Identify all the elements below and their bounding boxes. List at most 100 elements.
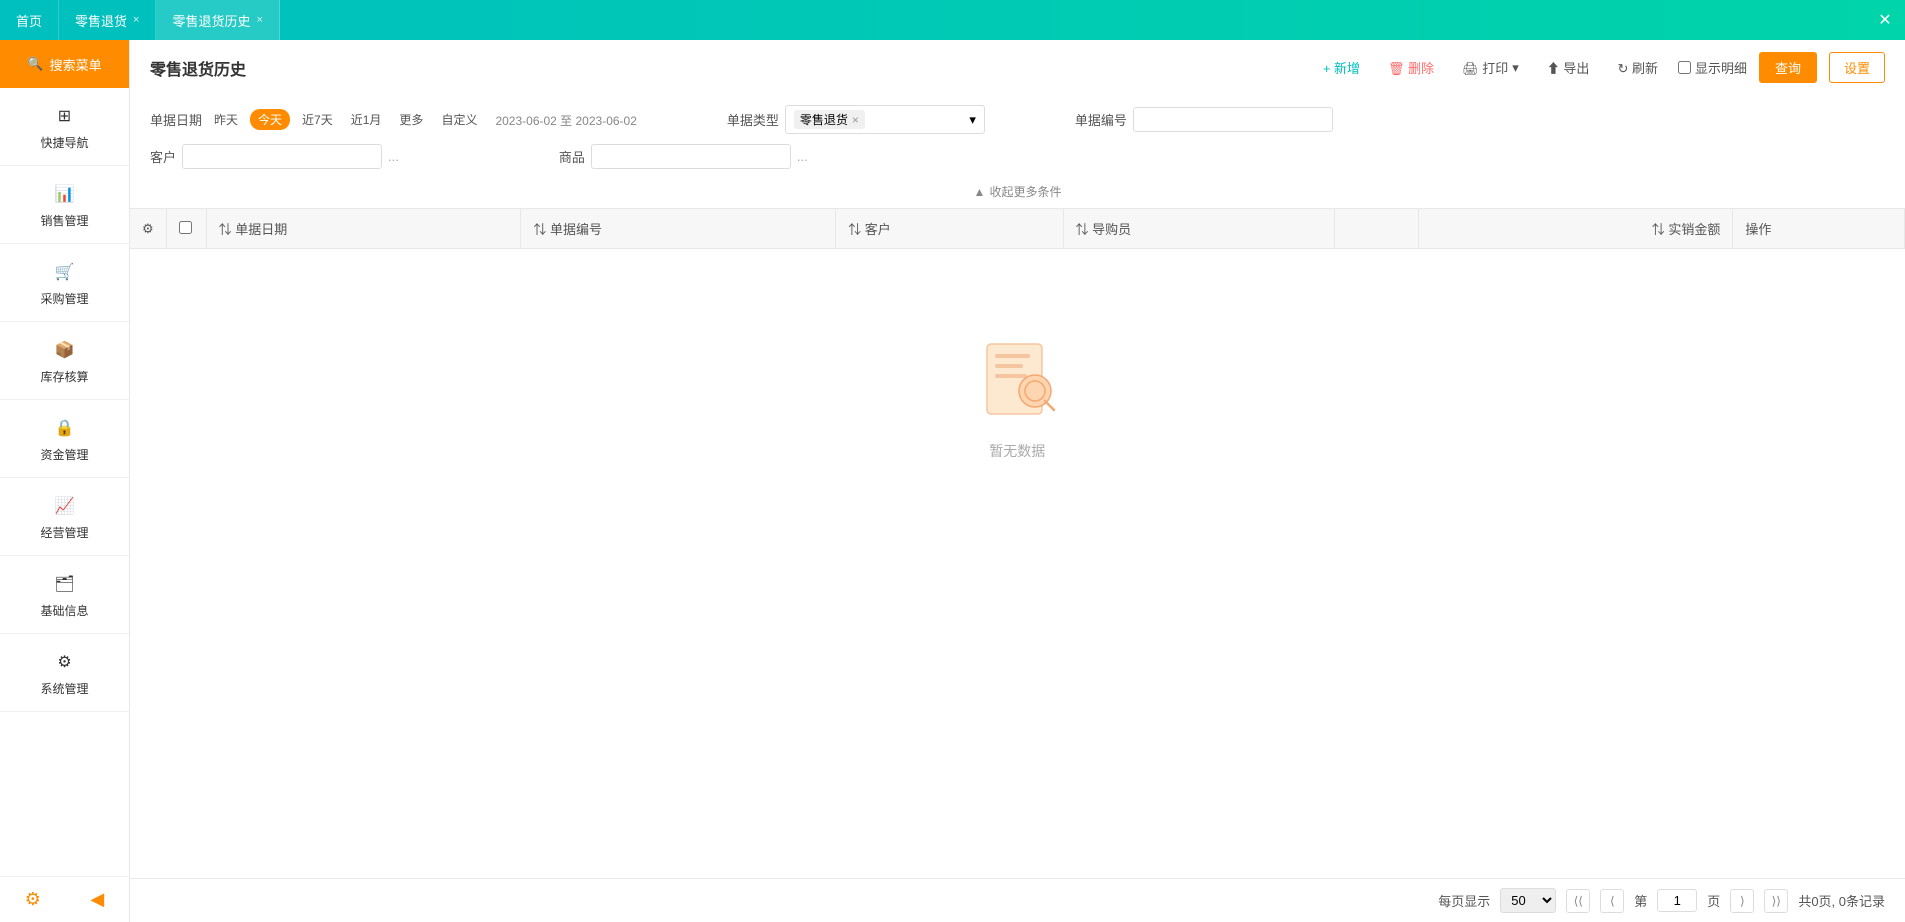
purchase-mgmt-icon: 🛒 — [51, 258, 79, 286]
sidebar-item-operations-mgmt[interactable]: 📈 经营管理 — [0, 478, 129, 556]
tab-retail-return-close[interactable]: × — [133, 14, 139, 26]
sidebar: 🔍 搜索菜单 ⊞ 快捷导航 📊 销售管理 🛒 采购管理 📦 库存核算 🔒 资金管… — [0, 40, 130, 922]
th-settings[interactable]: ⚙ — [130, 209, 166, 249]
filter-doc-type: 单据类型 零售退货 × ▾ — [727, 105, 985, 134]
filter-doc-type-label: 单据类型 — [727, 110, 779, 129]
show-detail-input[interactable] — [1678, 61, 1691, 74]
date-opt-today[interactable]: 今天 — [250, 109, 290, 130]
sidebar-item-system-mgmt[interactable]: ⚙ 系统管理 — [0, 634, 129, 712]
export-button[interactable]: ⬆ 导出 — [1539, 54, 1598, 81]
filter-area: 单据日期 昨天 今天 近7天 近1月 更多 自定义 2023-06-02 至 2… — [150, 95, 1885, 208]
th-checkbox[interactable] — [166, 209, 206, 249]
sidebar-item-sales-mgmt-label: 销售管理 — [40, 212, 88, 229]
page-number-input[interactable]: 1 — [1657, 889, 1697, 912]
per-page-label: 每页显示 — [1438, 891, 1490, 910]
th-actions: 操作 — [1733, 209, 1905, 249]
filter-customer: 客户 ... — [150, 144, 399, 169]
sidebar-item-basic-info[interactable]: 🗂 基础信息 — [0, 556, 129, 634]
page-header: 零售退货历史 + 新增 🗑 删除 🖨 打印 ▾ ⬆ 导出 — [130, 40, 1905, 209]
show-detail-checkbox[interactable]: 显示明细 — [1678, 58, 1747, 77]
sidebar-item-purchase-mgmt[interactable]: 🛒 采购管理 — [0, 244, 129, 322]
next-page-button[interactable]: ⟩ — [1730, 889, 1754, 913]
show-detail-label: 显示明细 — [1695, 58, 1747, 77]
operations-mgmt-icon: 📈 — [51, 492, 79, 520]
sidebar-item-inventory[interactable]: 📦 库存核算 — [0, 322, 129, 400]
sidebar-item-system-mgmt-label: 系统管理 — [40, 680, 88, 697]
tab-retail-return-history[interactable]: 零售退货历史 × — [156, 0, 279, 40]
sidebar-item-quick-nav[interactable]: ⊞ 快捷导航 — [0, 88, 129, 166]
sidebar-item-inventory-label: 库存核算 — [40, 368, 88, 385]
collapse-button[interactable]: ▲ 收起更多条件 — [974, 183, 1062, 200]
collapse-row: ▲ 收起更多条件 — [150, 179, 1885, 208]
refresh-button-label: ↻ 刷新 — [1617, 58, 1658, 77]
th-actions-label: 操作 — [1745, 222, 1771, 237]
filter-customer-input[interactable] — [182, 144, 382, 169]
date-opt-last1m[interactable]: 近1月 — [345, 109, 388, 130]
tab-retail-return-history-close[interactable]: × — [256, 14, 262, 26]
th-actual-amount: ⇅ 实销金额 — [1418, 209, 1733, 249]
settings-icon[interactable]: ⚙ — [142, 221, 154, 236]
sidebar-item-sales-mgmt[interactable]: 📊 销售管理 — [0, 166, 129, 244]
tab-retail-return-history-label: 零售退货历史 — [172, 11, 250, 30]
date-opt-custom[interactable]: 自定义 — [435, 109, 483, 130]
new-button-label: + 新增 — [1323, 58, 1360, 77]
tab-home-label: 首页 — [16, 11, 42, 30]
filter-doc-no-input[interactable] — [1133, 107, 1333, 132]
sidebar-item-basic-info-label: 基础信息 — [40, 602, 88, 619]
window-close-button[interactable]: ✕ — [1865, 0, 1905, 40]
query-button[interactable]: 查询 — [1759, 52, 1817, 83]
inventory-icon: 📦 — [51, 336, 79, 364]
delete-button[interactable]: 🗑 删除 — [1380, 54, 1442, 81]
page-suffix: 页 — [1707, 891, 1720, 910]
th-doc-no: ⇅ 单据编号 — [521, 209, 836, 249]
th-spacer — [1334, 209, 1418, 249]
per-page-select[interactable]: 50 100 200 — [1500, 888, 1556, 913]
sales-mgmt-icon: 📊 — [51, 180, 79, 208]
filter-date-label: 单据日期 — [150, 110, 202, 129]
delete-button-label: 🗑 删除 — [1388, 58, 1434, 77]
setting-button[interactable]: 设置 — [1829, 52, 1885, 83]
new-button[interactable]: + 新增 — [1315, 54, 1368, 81]
last-page-button[interactable]: ⟩⟩ — [1764, 889, 1788, 913]
empty-text: 暂无数据 — [989, 441, 1045, 461]
filter-doc-no-label: 单据编号 — [1075, 110, 1127, 129]
doc-type-dropdown-icon: ▾ — [969, 112, 976, 128]
refresh-button[interactable]: ↻ 刷新 — [1609, 54, 1666, 81]
total-label: 共0页, 0条记录 — [1798, 891, 1885, 910]
sidebar-item-finance-mgmt-label: 资金管理 — [40, 446, 88, 463]
sidebar-item-purchase-mgmt-label: 采购管理 — [40, 290, 88, 307]
page-title: 零售退货历史 — [150, 56, 246, 80]
system-mgmt-icon: ⚙ — [51, 648, 79, 676]
print-button[interactable]: 🖨 打印 ▾ — [1454, 54, 1527, 81]
date-opt-yesterday[interactable]: 昨天 — [208, 109, 244, 130]
goods-dots: ... — [797, 149, 808, 164]
filter-doc-type-select[interactable]: 零售退货 × ▾ — [785, 105, 985, 134]
th-doc-date-label: ⇅ 单据日期 — [219, 222, 288, 237]
prev-page-button[interactable]: ⟨ — [1600, 889, 1624, 913]
sidebar-item-operations-mgmt-label: 经营管理 — [40, 524, 88, 541]
pagination-bar: 每页显示 50 100 200 ⟨⟨ ⟨ 第 1 页 ⟩ ⟩⟩ 共0页, 0条记… — [130, 878, 1905, 922]
doc-type-tag-close[interactable]: × — [852, 113, 859, 127]
sidebar-search[interactable]: 🔍 搜索菜单 — [0, 40, 129, 88]
content-area: 零售退货历史 + 新增 🗑 删除 🖨 打印 ▾ ⬆ 导出 — [130, 40, 1905, 922]
date-opt-more[interactable]: 更多 — [393, 109, 429, 130]
main-layout: 🔍 搜索菜单 ⊞ 快捷导航 📊 销售管理 🛒 采购管理 📦 库存核算 🔒 资金管… — [0, 40, 1905, 922]
print-button-label: 🖨 打印 — [1462, 58, 1508, 77]
sidebar-item-finance-mgmt[interactable]: 🔒 资金管理 — [0, 400, 129, 478]
date-opt-last7[interactable]: 近7天 — [296, 109, 339, 130]
settings-bottom-icon[interactable]: ⚙ — [25, 889, 41, 910]
filter-goods: 商品 ... — [559, 144, 808, 169]
th-customer: ⇅ 客户 — [836, 209, 1063, 249]
tab-retail-return-label: 零售退货 — [75, 11, 127, 30]
export-button-label: ⬆ 导出 — [1547, 58, 1590, 77]
tab-home[interactable]: 首页 — [0, 0, 59, 40]
top-nav: 首页 零售退货 × 零售退货历史 × ✕ — [0, 0, 1905, 40]
tab-retail-return[interactable]: 零售退货 × — [59, 0, 156, 40]
search-icon: 🔍 — [27, 56, 43, 72]
th-doc-date: ⇅ 单据日期 — [206, 209, 521, 249]
filter-goods-input[interactable] — [591, 144, 791, 169]
first-page-button[interactable]: ⟨⟨ — [1566, 889, 1590, 913]
table-container: ⚙ ⇅ 单据日期 ⇅ 单据编号 ⇅ 客户 — [130, 209, 1905, 878]
collapse-sidebar-icon[interactable]: ◀ — [90, 889, 104, 910]
select-all-checkbox[interactable] — [179, 221, 192, 234]
